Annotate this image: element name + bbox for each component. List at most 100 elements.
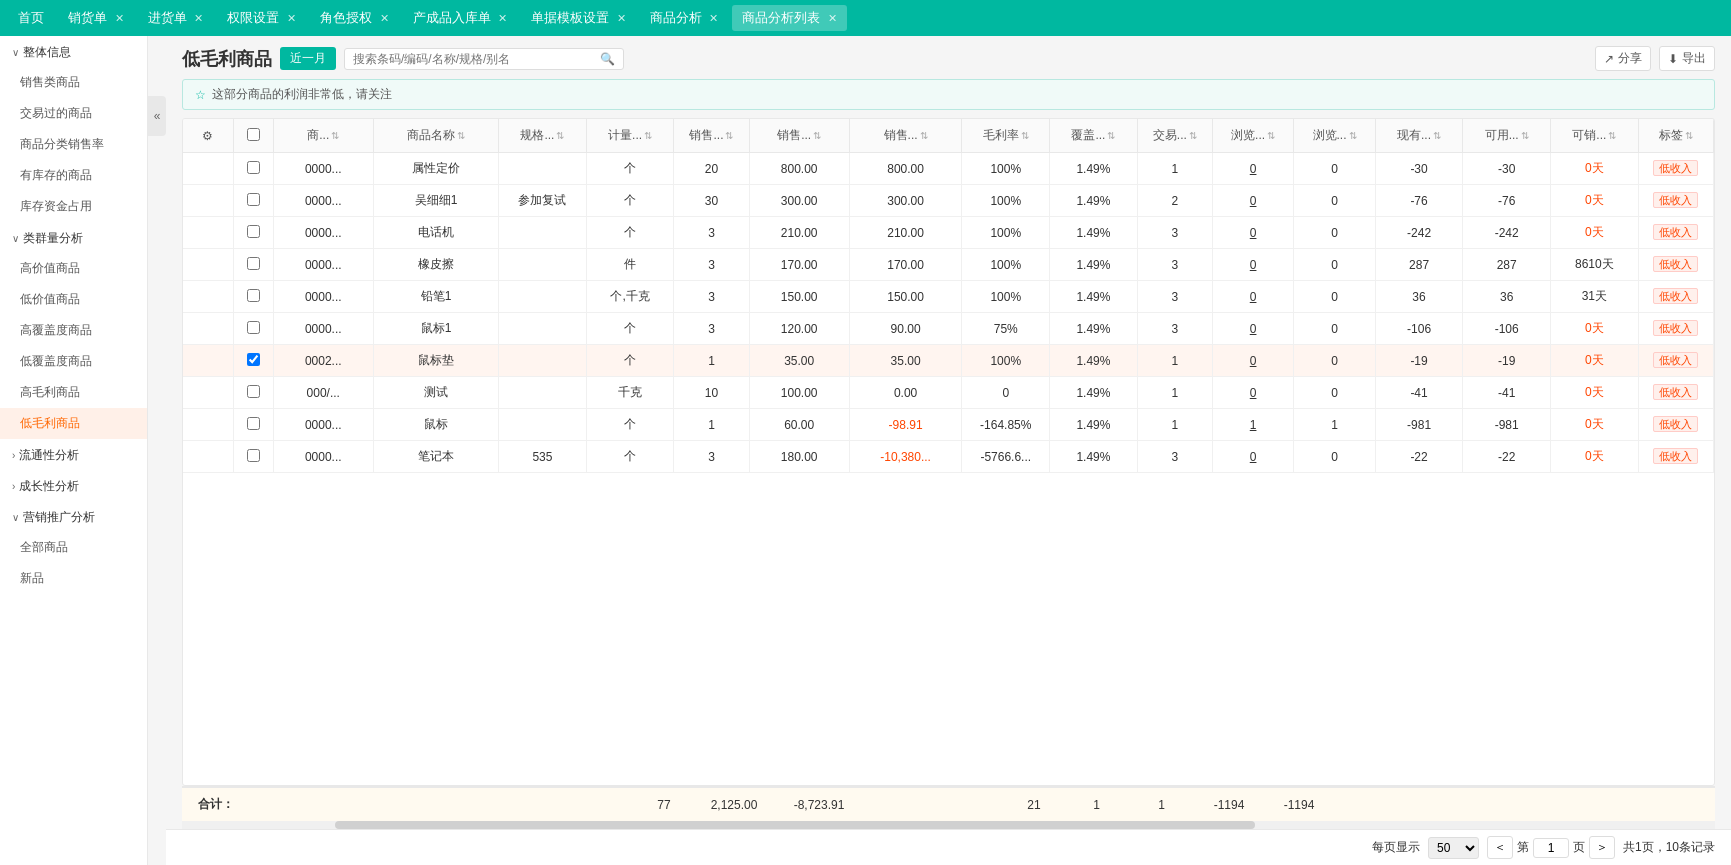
cell-browse1[interactable]: 0 [1212,345,1293,377]
nav-item-permissions[interactable]: 权限设置 ✕ [217,5,306,31]
close-icon[interactable]: ✕ [380,12,389,24]
sidebar-item-category-sales-rate[interactable]: 商品分类销售率 [0,129,147,160]
page-number-input[interactable] [1533,838,1569,858]
row-checkbox[interactable] [247,161,260,174]
sidebar-item-in-stock[interactable]: 有库存的商品 [0,160,147,191]
cell-current-stock: -981 [1375,409,1463,441]
cell-checkbox[interactable] [233,249,273,281]
cell-checkbox[interactable] [233,441,273,473]
close-icon[interactable]: ✕ [287,12,296,24]
cell-browse1[interactable]: 0 [1212,185,1293,217]
close-icon[interactable]: ✕ [709,12,718,24]
col-browse1[interactable]: 浏览...⇅ [1212,119,1293,153]
content-area: 低毛利商品 近一月 🔍 ↗ 分享 ⬇ 导出 ☆ 这部分商品的利润非常低，请关注 [166,36,1731,865]
col-settings[interactable]: ⚙ [183,119,233,153]
row-checkbox[interactable] [247,321,260,334]
col-sales-price[interactable]: 销售...⇅ [749,119,849,153]
close-icon[interactable]: ✕ [617,12,626,24]
cell-available: 287 [1463,249,1551,281]
col-name[interactable]: 商品名称⇅ [373,119,498,153]
sidebar-item-all-products[interactable]: 全部商品 [0,532,147,563]
col-sales-qty[interactable]: 销售...⇅ [674,119,749,153]
col-coverage[interactable]: 覆盖...⇅ [1050,119,1138,153]
col-spec[interactable]: 规格...⇅ [499,119,587,153]
export-button[interactable]: ⬇ 导出 [1659,46,1715,71]
next-page-button[interactable]: ＞ [1589,836,1615,859]
nav-item-template-settings[interactable]: 单据模板设置 ✕ [521,5,636,31]
col-gross-rate[interactable]: 毛利率⇅ [962,119,1050,153]
cell-checkbox[interactable] [233,217,273,249]
close-icon[interactable]: ✕ [498,12,507,24]
cell-checkbox[interactable] [233,185,273,217]
cell-browse1[interactable]: 0 [1212,153,1293,185]
cell-browse1[interactable]: 0 [1212,249,1293,281]
nav-item-analysis-list[interactable]: 商品分析列表 ✕ [732,5,847,31]
nav-item-roles[interactable]: 角色授权 ✕ [310,5,399,31]
col-tag[interactable]: 标签⇅ [1638,119,1713,153]
share-button[interactable]: ↗ 分享 [1595,46,1651,71]
sidebar-item-low-coverage[interactable]: 低覆盖度商品 [0,346,147,377]
sidebar-item-high-value[interactable]: 高价值商品 [0,253,147,284]
sidebar-item-traded-products[interactable]: 交易过的商品 [0,98,147,129]
scrollbar-thumb[interactable] [335,821,1255,829]
cell-browse1[interactable]: 0 [1212,441,1293,473]
cell-browse1[interactable]: 0 [1212,281,1293,313]
close-icon[interactable]: ✕ [115,12,124,24]
row-checkbox[interactable] [247,449,260,462]
nav-item-sales[interactable]: 销货单 ✕ [58,5,134,31]
cell-checkbox[interactable] [233,409,273,441]
sidebar-item-low-value[interactable]: 低价值商品 [0,284,147,315]
close-icon[interactable]: ✕ [194,12,203,24]
sidebar-collapse-button[interactable]: « [148,96,166,136]
row-checkbox[interactable] [247,225,260,238]
col-available[interactable]: 可用...⇅ [1463,119,1551,153]
sidebar-group-flow[interactable]: › 流通性分析 [0,439,147,470]
sidebar-group-growth[interactable]: › 成长性分析 [0,470,147,501]
cell-checkbox[interactable] [233,313,273,345]
sidebar-group-cluster[interactable]: ∨ 类群量分析 [0,222,147,253]
nav-item-home[interactable]: 首页 [8,5,54,31]
search-input[interactable] [353,52,596,66]
col-unit[interactable]: 计量...⇅ [586,119,674,153]
sidebar-group-marketing[interactable]: ∨ 营销推广分析 [0,501,147,532]
filter-recent-month-button[interactable]: 近一月 [280,47,336,70]
col-current-stock[interactable]: 现有...⇅ [1375,119,1463,153]
search-icon[interactable]: 🔍 [600,52,615,66]
cell-browse1[interactable]: 0 [1212,313,1293,345]
cell-checkbox[interactable] [233,377,273,409]
select-all-checkbox[interactable] [247,128,260,141]
col-transaction[interactable]: 交易...⇅ [1137,119,1212,153]
row-checkbox[interactable] [247,353,260,366]
nav-item-product-analysis[interactable]: 商品分析 ✕ [640,5,729,31]
sidebar-item-sales-products[interactable]: 销售类商品 [0,67,147,98]
per-page-select[interactable]: 50 100 200 [1428,837,1479,859]
prev-page-button[interactable]: ＜ [1487,836,1513,859]
cell-browse1[interactable]: 0 [1212,217,1293,249]
horizontal-scrollbar[interactable] [182,821,1715,829]
sidebar-item-high-coverage[interactable]: 高覆盖度商品 [0,315,147,346]
cell-browse1[interactable]: 0 [1212,377,1293,409]
close-icon[interactable]: ✕ [828,12,837,24]
cell-sales-gross: 170.00 [849,249,962,281]
col-sales-gross[interactable]: 销售...⇅ [849,119,962,153]
cell-browse1[interactable]: 1 [1212,409,1293,441]
row-checkbox[interactable] [247,193,260,206]
row-checkbox[interactable] [247,417,260,430]
col-sellable[interactable]: 可销...⇅ [1551,119,1639,153]
cell-checkbox[interactable] [233,345,273,377]
sidebar-item-high-margin[interactable]: 高毛利商品 [0,377,147,408]
sidebar-item-inventory-capital[interactable]: 库存资金占用 [0,191,147,222]
nav-item-product-entry[interactable]: 产成品入库单 ✕ [403,5,518,31]
row-checkbox[interactable] [247,257,260,270]
sidebar-group-overall[interactable]: ∨ 整体信息 [0,36,147,67]
col-code[interactable]: 商...⇅ [273,119,373,153]
sidebar-item-low-margin[interactable]: 低毛利商品 [0,408,147,439]
cell-checkbox[interactable] [233,281,273,313]
row-checkbox[interactable] [247,385,260,398]
cell-checkbox[interactable] [233,153,273,185]
row-checkbox[interactable] [247,289,260,302]
sidebar-item-new-products[interactable]: 新品 [0,563,147,594]
nav-item-purchase[interactable]: 进货单 ✕ [138,5,214,31]
cell-name: 电话机 [373,217,498,249]
col-browse2[interactable]: 浏览...⇅ [1294,119,1375,153]
